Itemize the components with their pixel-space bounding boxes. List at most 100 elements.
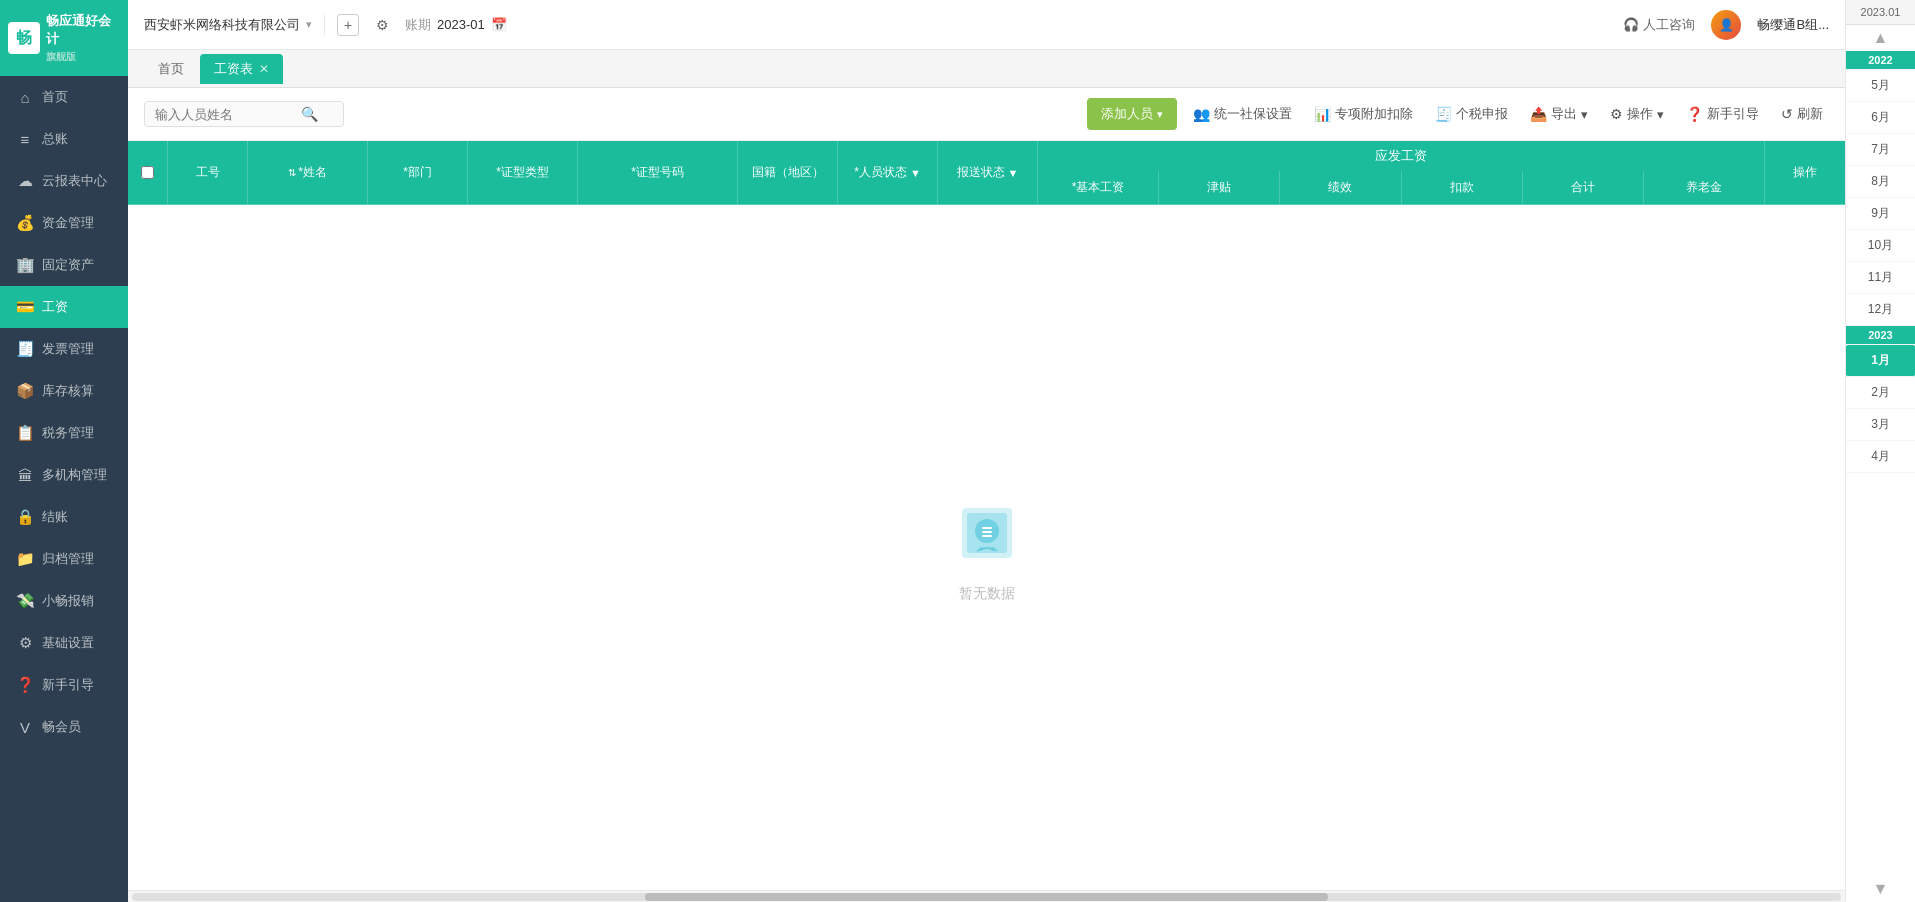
scrollbar-thumb[interactable] (645, 893, 1329, 901)
date-panel-down[interactable]: ▼ (1846, 876, 1915, 902)
month-2022-10月[interactable]: 10月 (1846, 230, 1915, 262)
headset-icon: 🎧 (1623, 17, 1639, 32)
add-person-button[interactable]: 添加人员 ▾ (1087, 98, 1177, 130)
calendar-icon[interactable]: 📅 (491, 17, 507, 32)
month-2022-7月[interactable]: 7月 (1846, 134, 1915, 166)
company-settings-button[interactable]: ⚙ (371, 14, 393, 36)
sidebar-item-home[interactable]: ⌂ 首页 (0, 76, 128, 118)
company-selector[interactable]: 西安虾米网络科技有限公司 ▾ (144, 16, 312, 34)
sidebar-item-expense[interactable]: 💸 小畅报销 (0, 580, 128, 622)
th-performance-label: 绩效 (1328, 179, 1352, 196)
th-certtype: *证型类型 (468, 141, 578, 204)
refresh-icon: ↺ (1781, 106, 1793, 122)
year-2022: 2022 (1846, 51, 1915, 70)
multi-org-label: 多机构管理 (42, 466, 107, 484)
topbar: 西安虾米网络科技有限公司 ▾ + ⚙ 账期 2023-01 📅 🎧 人工咨询 👤… (128, 0, 1845, 50)
operations-button[interactable]: ⚙ 操作 ▾ (1604, 101, 1670, 127)
home-icon: ⌂ (16, 89, 34, 106)
sidebar-item-payroll[interactable]: 💳 工资 (0, 286, 128, 328)
month-2022-5月[interactable]: 5月 (1846, 70, 1915, 102)
sidebar-item-inventory[interactable]: 📦 库存核算 (0, 370, 128, 412)
th-allowance-label: 津贴 (1207, 179, 1231, 196)
social-security-button[interactable]: 👥 统一社保设置 (1187, 101, 1298, 127)
tax-icon: 📋 (16, 424, 34, 442)
guide-button[interactable]: ❓ 新手引导 (1680, 101, 1765, 127)
user-name[interactable]: 畅缨通B组... (1757, 16, 1829, 34)
th-basewage-label: *基本工资 (1072, 179, 1125, 196)
sidebar-item-member[interactable]: V 畅会员 (0, 706, 128, 748)
date-panel-scroll: 20225月6月7月8月9月10月11月12月20231月2月3月4月 (1846, 51, 1915, 876)
th-deduction: 扣款 (1402, 171, 1523, 204)
logo-text: 畅应通好会计 旗舰版 (46, 12, 120, 64)
bottom-scrollbar[interactable] (128, 890, 1845, 902)
month-2022-12月[interactable]: 12月 (1846, 294, 1915, 326)
perstatus-filter-icon[interactable]: ▼ (910, 167, 921, 179)
add-person-label: 添加人员 (1101, 105, 1153, 123)
sidebar-item-fund[interactable]: 💰 资金管理 (0, 202, 128, 244)
sidebar-item-closing[interactable]: 🔒 结账 (0, 496, 128, 538)
personal-tax-icon: 🧾 (1435, 106, 1452, 122)
fund-icon: 💰 (16, 214, 34, 232)
th-reportstatus: 报送状态 ▼ (938, 141, 1038, 204)
empty-state: 暂无数据 (128, 205, 1845, 890)
personal-tax-button[interactable]: 🧾 个税申报 (1429, 101, 1514, 127)
sidebar-item-tax[interactable]: 📋 税务管理 (0, 412, 128, 454)
account-period-value: 2023-01 (437, 17, 485, 32)
user-avatar[interactable]: 👤 (1711, 10, 1741, 40)
help-label: 人工咨询 (1643, 16, 1695, 34)
special-deduction-label: 专项附加扣除 (1335, 105, 1413, 123)
sidebar-item-archive[interactable]: 📁 归档管理 (0, 538, 128, 580)
invoice-label: 发票管理 (42, 340, 94, 358)
month-2023-4月[interactable]: 4月 (1846, 441, 1915, 473)
th-name: ⇅ *姓名 (248, 141, 368, 204)
inventory-icon: 📦 (16, 382, 34, 400)
cloud-report-icon: ☁ (16, 172, 34, 190)
select-all-checkbox[interactable] (141, 166, 154, 179)
sidebar-item-cloud-report[interactable]: ☁ 云报表中心 (0, 160, 128, 202)
month-2022-8月[interactable]: 8月 (1846, 166, 1915, 198)
export-button[interactable]: 📤 导出 ▾ (1524, 101, 1594, 127)
special-deduction-button[interactable]: 📊 专项附加扣除 (1308, 101, 1419, 127)
archive-label: 归档管理 (42, 550, 94, 568)
content-area: 🔍 添加人员 ▾ 👥 统一社保设置 📊 专项附加扣除 🧾 个税申报 (128, 88, 1845, 902)
add-company-button[interactable]: + (337, 14, 359, 36)
th-nation-label: 国籍（地区） (752, 164, 824, 181)
paywage-group-label: 应发工资 (1038, 141, 1764, 171)
operations-icon: ⚙ (1610, 106, 1623, 122)
th-checkbox[interactable] (128, 141, 168, 204)
company-dropdown-icon: ▾ (306, 18, 312, 31)
th-dept: *部门 (368, 141, 468, 204)
sidebar-item-ledger[interactable]: ≡ 总账 (0, 118, 128, 160)
sidebar-nav: ⌂ 首页 ≡ 总账 ☁ 云报表中心 💰 资金管理 🏢 固定资产 💳 工资 🧾 发… (0, 76, 128, 902)
help-button[interactable]: 🎧 人工咨询 (1623, 16, 1695, 34)
search-input[interactable] (155, 107, 295, 122)
sidebar-item-fixed-assets[interactable]: 🏢 固定资产 (0, 244, 128, 286)
sidebar-item-invoice[interactable]: 🧾 发票管理 (0, 328, 128, 370)
th-total: 合计 (1523, 171, 1644, 204)
month-2022-9月[interactable]: 9月 (1846, 198, 1915, 230)
operations-arrow-icon: ▾ (1657, 107, 1664, 122)
th-pension: 养老金 (1644, 171, 1764, 204)
sort-icon-name[interactable]: ⇅ (288, 167, 296, 178)
month-2023-1月[interactable]: 1月 (1846, 345, 1915, 377)
month-2022-11月[interactable]: 11月 (1846, 262, 1915, 294)
th-basewage: *基本工资 (1038, 171, 1159, 204)
month-2022-6月[interactable]: 6月 (1846, 102, 1915, 134)
month-2023-3月[interactable]: 3月 (1846, 409, 1915, 441)
refresh-button[interactable]: ↺ 刷新 (1775, 101, 1829, 127)
sidebar-item-guide[interactable]: ❓ 新手引导 (0, 664, 128, 706)
tab-payroll[interactable]: 工资表 ✕ (200, 54, 283, 84)
guide-icon: ❓ (16, 676, 34, 694)
month-2023-2月[interactable]: 2月 (1846, 377, 1915, 409)
tab-payroll-close[interactable]: ✕ (259, 62, 269, 76)
tab-home-label: 首页 (158, 61, 184, 76)
year-2023: 2023 (1846, 326, 1915, 345)
th-certtype-label: *证型类型 (496, 164, 549, 181)
sidebar-item-multi-org[interactable]: 🏛 多机构管理 (0, 454, 128, 496)
date-panel-up[interactable]: ▲ (1846, 25, 1915, 51)
tax-label: 税务管理 (42, 424, 94, 442)
reportstatus-filter-icon[interactable]: ▼ (1008, 167, 1019, 179)
empty-icon (947, 493, 1027, 573)
tab-home[interactable]: 首页 (144, 54, 198, 84)
sidebar-item-settings[interactable]: ⚙ 基础设置 (0, 622, 128, 664)
